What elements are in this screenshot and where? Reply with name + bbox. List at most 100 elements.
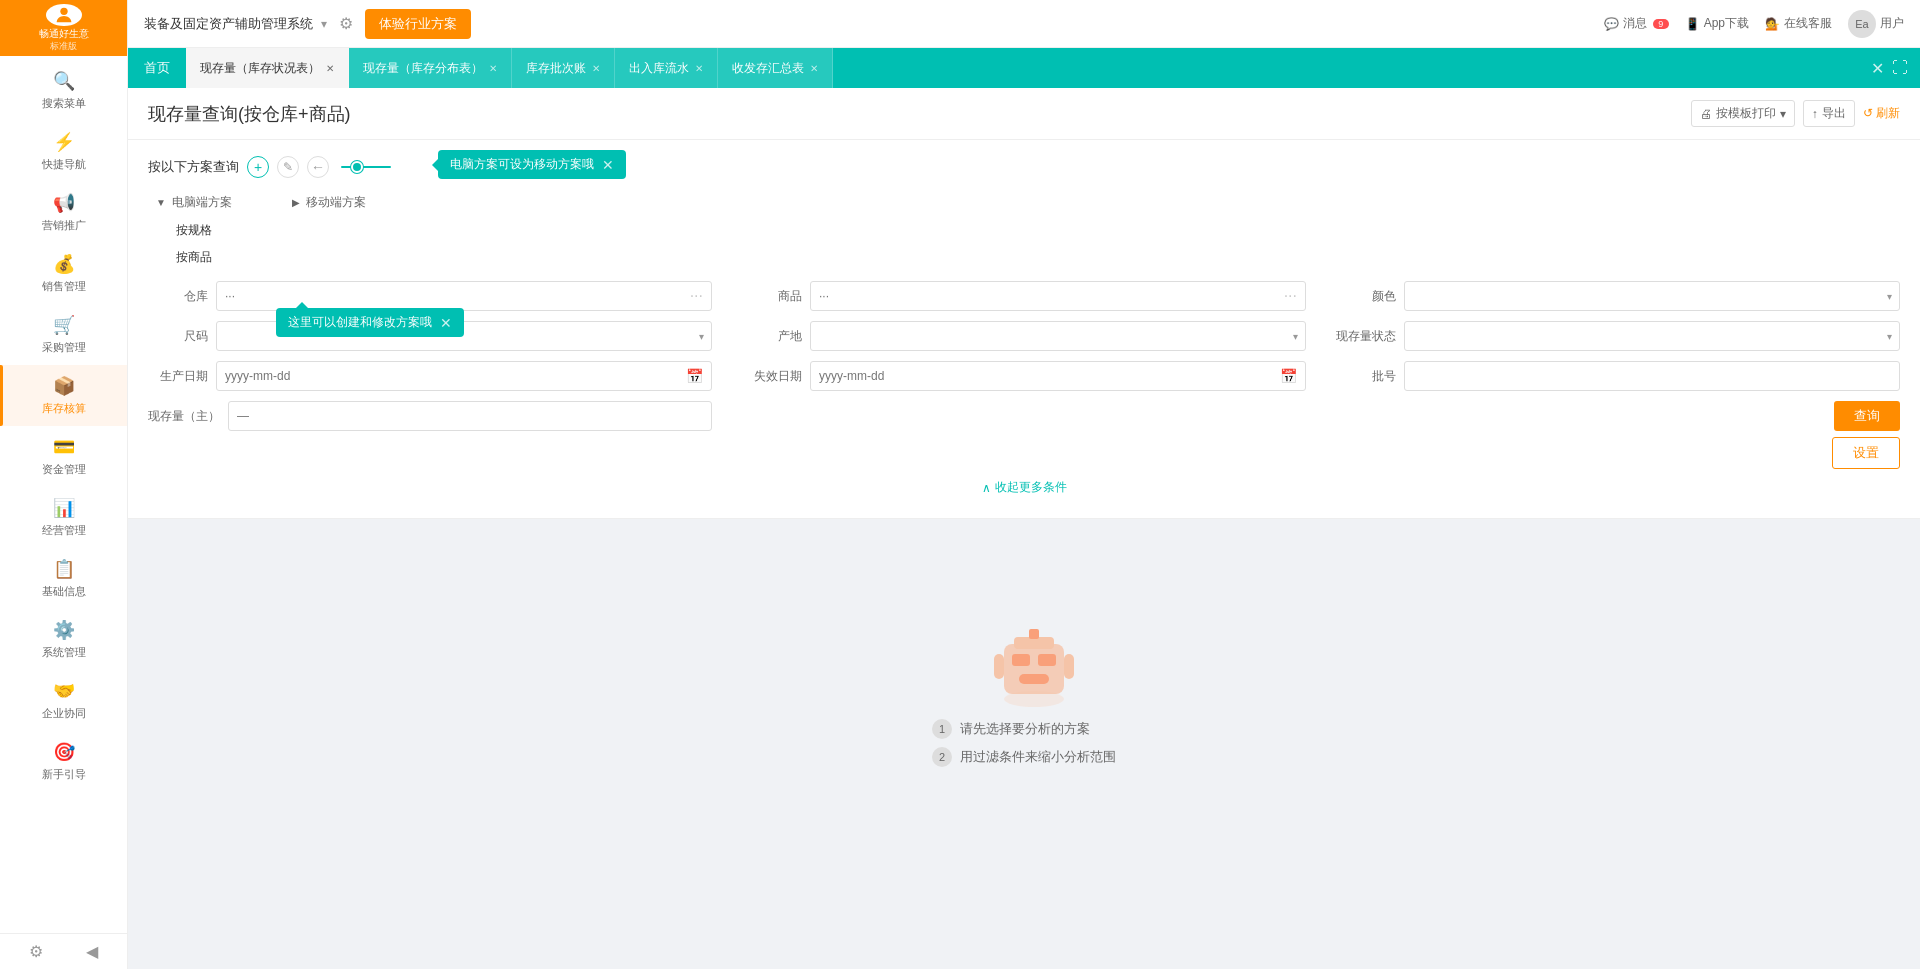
expire-date-input[interactable] [819,369,1276,383]
goods-input[interactable] [819,289,1280,303]
tab-in-out-flow-label: 出入库流水 [629,60,689,77]
stock-main-input[interactable] [237,409,703,423]
tab-inventory-dist[interactable]: 现存量（库存分布表） ✕ [349,48,512,88]
filter-edit-btn[interactable]: ✎ [277,156,299,178]
svg-rect-2 [1004,644,1064,694]
tab-inventory-dist-label: 现存量（库存分布表） [363,60,483,77]
sidebar-settings-btn[interactable]: ⚙ [29,942,43,961]
filter-back-btn[interactable]: ← [307,156,329,178]
export-btn[interactable]: ↑ 导出 [1803,100,1855,127]
sidebar-item-operations[interactable]: 📊 经营管理 [0,487,127,548]
logo-icon [46,4,82,26]
step2-number: 2 [932,747,952,767]
collapse-btn[interactable]: ∧ 收起更多条件 [148,473,1900,502]
stock-main-label: 现存量（主） [148,408,220,425]
sidebar-label-system: 系统管理 [42,645,86,660]
avatar: Ea [1848,10,1876,38]
tab-bar-actions: ✕ ⛶ [1859,59,1920,78]
reset-button[interactable]: 设置 [1832,437,1900,469]
phone-icon: 📱 [1685,17,1700,31]
tab-home[interactable]: 首页 [128,48,186,88]
online-service-label: 在线客服 [1784,15,1832,32]
tab-in-out-flow-close[interactable]: ✕ [695,63,703,74]
tab-inventory-status-close[interactable]: ✕ [326,63,334,74]
warehouse-dots[interactable]: ··· [690,287,703,305]
export-label: 导出 [1822,105,1846,122]
sidebar-item-finance[interactable]: 💳 资金管理 [0,426,127,487]
app-download-btn[interactable]: 📱 App下载 [1685,15,1749,32]
filter-add-btn[interactable]: + [247,156,269,178]
sidebar-item-system[interactable]: ⚙️ 系统管理 [0,609,127,670]
scheme-list: ▼ 电脑端方案 按规格 按商品 ▶ 移动端方案 [148,190,1900,269]
online-service-btn[interactable]: 💁 在线客服 [1765,15,1832,32]
system-title: 装备及固定资产辅助管理系统 [144,15,313,33]
origin-select[interactable] [810,321,1306,351]
sidebar-item-quick-nav[interactable]: ⚡ 快捷导航 [0,121,127,182]
messages-btn[interactable]: 💬 消息 9 [1604,15,1669,32]
produce-date-calendar-icon[interactable]: 📅 [686,368,703,384]
main-content: 装备及固定资产辅助管理系统 ▾ ⚙ 体验行业方案 💬 消息 9 📱 App下载 … [128,0,1920,969]
user-btn[interactable]: Ea 用户 [1848,10,1904,38]
operations-icon: 📊 [53,497,75,519]
tab-batch-account[interactable]: 库存批次账 ✕ [512,48,615,88]
sidebar-item-sales[interactable]: 💰 销售管理 [0,243,127,304]
template-print-btn[interactable]: 🖨 按模板打印 ▾ [1691,100,1795,127]
stock-status-select[interactable] [1404,321,1900,351]
sidebar-item-enterprise[interactable]: 🤝 企业协同 [0,670,127,731]
tab-inventory-dist-close[interactable]: ✕ [489,63,497,74]
refresh-icon: ↺ [1863,106,1873,120]
expire-date-label: 失效日期 [742,368,802,385]
sidebar-item-inventory[interactable]: 📦 库存核算 [0,365,127,426]
service-icon: 💁 [1765,17,1780,31]
color-select[interactable] [1404,281,1900,311]
origin-field: 产地 ▾ [742,321,1306,351]
print-icon: 🖨 [1700,107,1712,121]
sidebar-item-marketing[interactable]: 📢 营销推广 [0,182,127,243]
sidebar-collapse-btn[interactable]: ◀ [86,942,98,961]
batch-input[interactable] [1404,361,1900,391]
tab-inventory-status[interactable]: 现存量（库存状况表） ✕ [186,48,349,88]
goods-dots[interactable]: ··· [1284,287,1297,305]
sidebar-item-base-info[interactable]: 📋 基础信息 [0,548,127,609]
base-info-icon: 📋 [53,558,75,580]
mobile-scheme-header[interactable]: ▶ 移动端方案 [292,190,366,215]
sidebar-label-quick-nav: 快捷导航 [42,157,86,172]
scheme-tooltip-close[interactable]: ✕ [602,157,614,173]
tab-batch-account-close[interactable]: ✕ [592,63,600,74]
warehouse-input[interactable] [225,289,686,303]
scheme-item-by-goods[interactable]: 按商品 [156,246,232,269]
desktop-scheme-header[interactable]: ▼ 电脑端方案 [156,190,232,215]
edit-tooltip: 这里可以创建和修改方案哦 ✕ [276,308,464,337]
empty-state: 1 请先选择要分析的方案 2 用过滤条件来缩小分析范围 [128,519,1920,847]
warehouse-input-wrap: ··· [216,281,712,311]
produce-date-input[interactable] [225,369,682,383]
avatar-text: Ea [1855,18,1868,30]
sidebar-item-guide[interactable]: 🎯 新手引导 [0,731,127,792]
sidebar-item-purchase[interactable]: 🛒 采购管理 [0,304,127,365]
logo-badge: 标准版 [50,40,77,53]
empty-state-steps: 1 请先选择要分析的方案 2 用过滤条件来缩小分析范围 [932,719,1116,767]
tab-in-out-flow[interactable]: 出入库流水 ✕ [615,48,718,88]
sales-icon: 💰 [53,253,75,275]
tab-inventory-status-label: 现存量（库存状况表） [200,60,320,77]
query-button[interactable]: 查询 [1834,401,1900,431]
tab-collect-summary-close[interactable]: ✕ [810,63,818,74]
expire-date-calendar-icon[interactable]: 📅 [1280,368,1297,384]
edit-tooltip-close[interactable]: ✕ [440,315,452,331]
trial-button[interactable]: 体验行业方案 [365,9,471,39]
tab-home-label: 首页 [144,59,170,77]
tab-close-all-btn[interactable]: ✕ [1871,59,1884,78]
filter-label: 按以下方案查询 [148,158,239,176]
scheme-item-by-spec[interactable]: 按规格 [156,219,232,242]
svg-rect-3 [1012,654,1030,666]
filter-header: 按以下方案查询 + ✎ ← [148,156,1900,178]
finance-icon: 💳 [53,436,75,458]
tab-fullscreen-btn[interactable]: ⛶ [1892,59,1908,77]
refresh-btn[interactable]: ↺ 刷新 [1863,105,1900,122]
goods-input-wrap: ··· [810,281,1306,311]
sidebar-item-search-menu[interactable]: 🔍 搜索菜单 [0,60,127,121]
settings-btn[interactable]: ⚙ [335,10,357,37]
messages-badge: 9 [1653,19,1669,29]
tab-collect-summary[interactable]: 收发存汇总表 ✕ [718,48,833,88]
desktop-arrow-icon: ▼ [156,197,166,208]
